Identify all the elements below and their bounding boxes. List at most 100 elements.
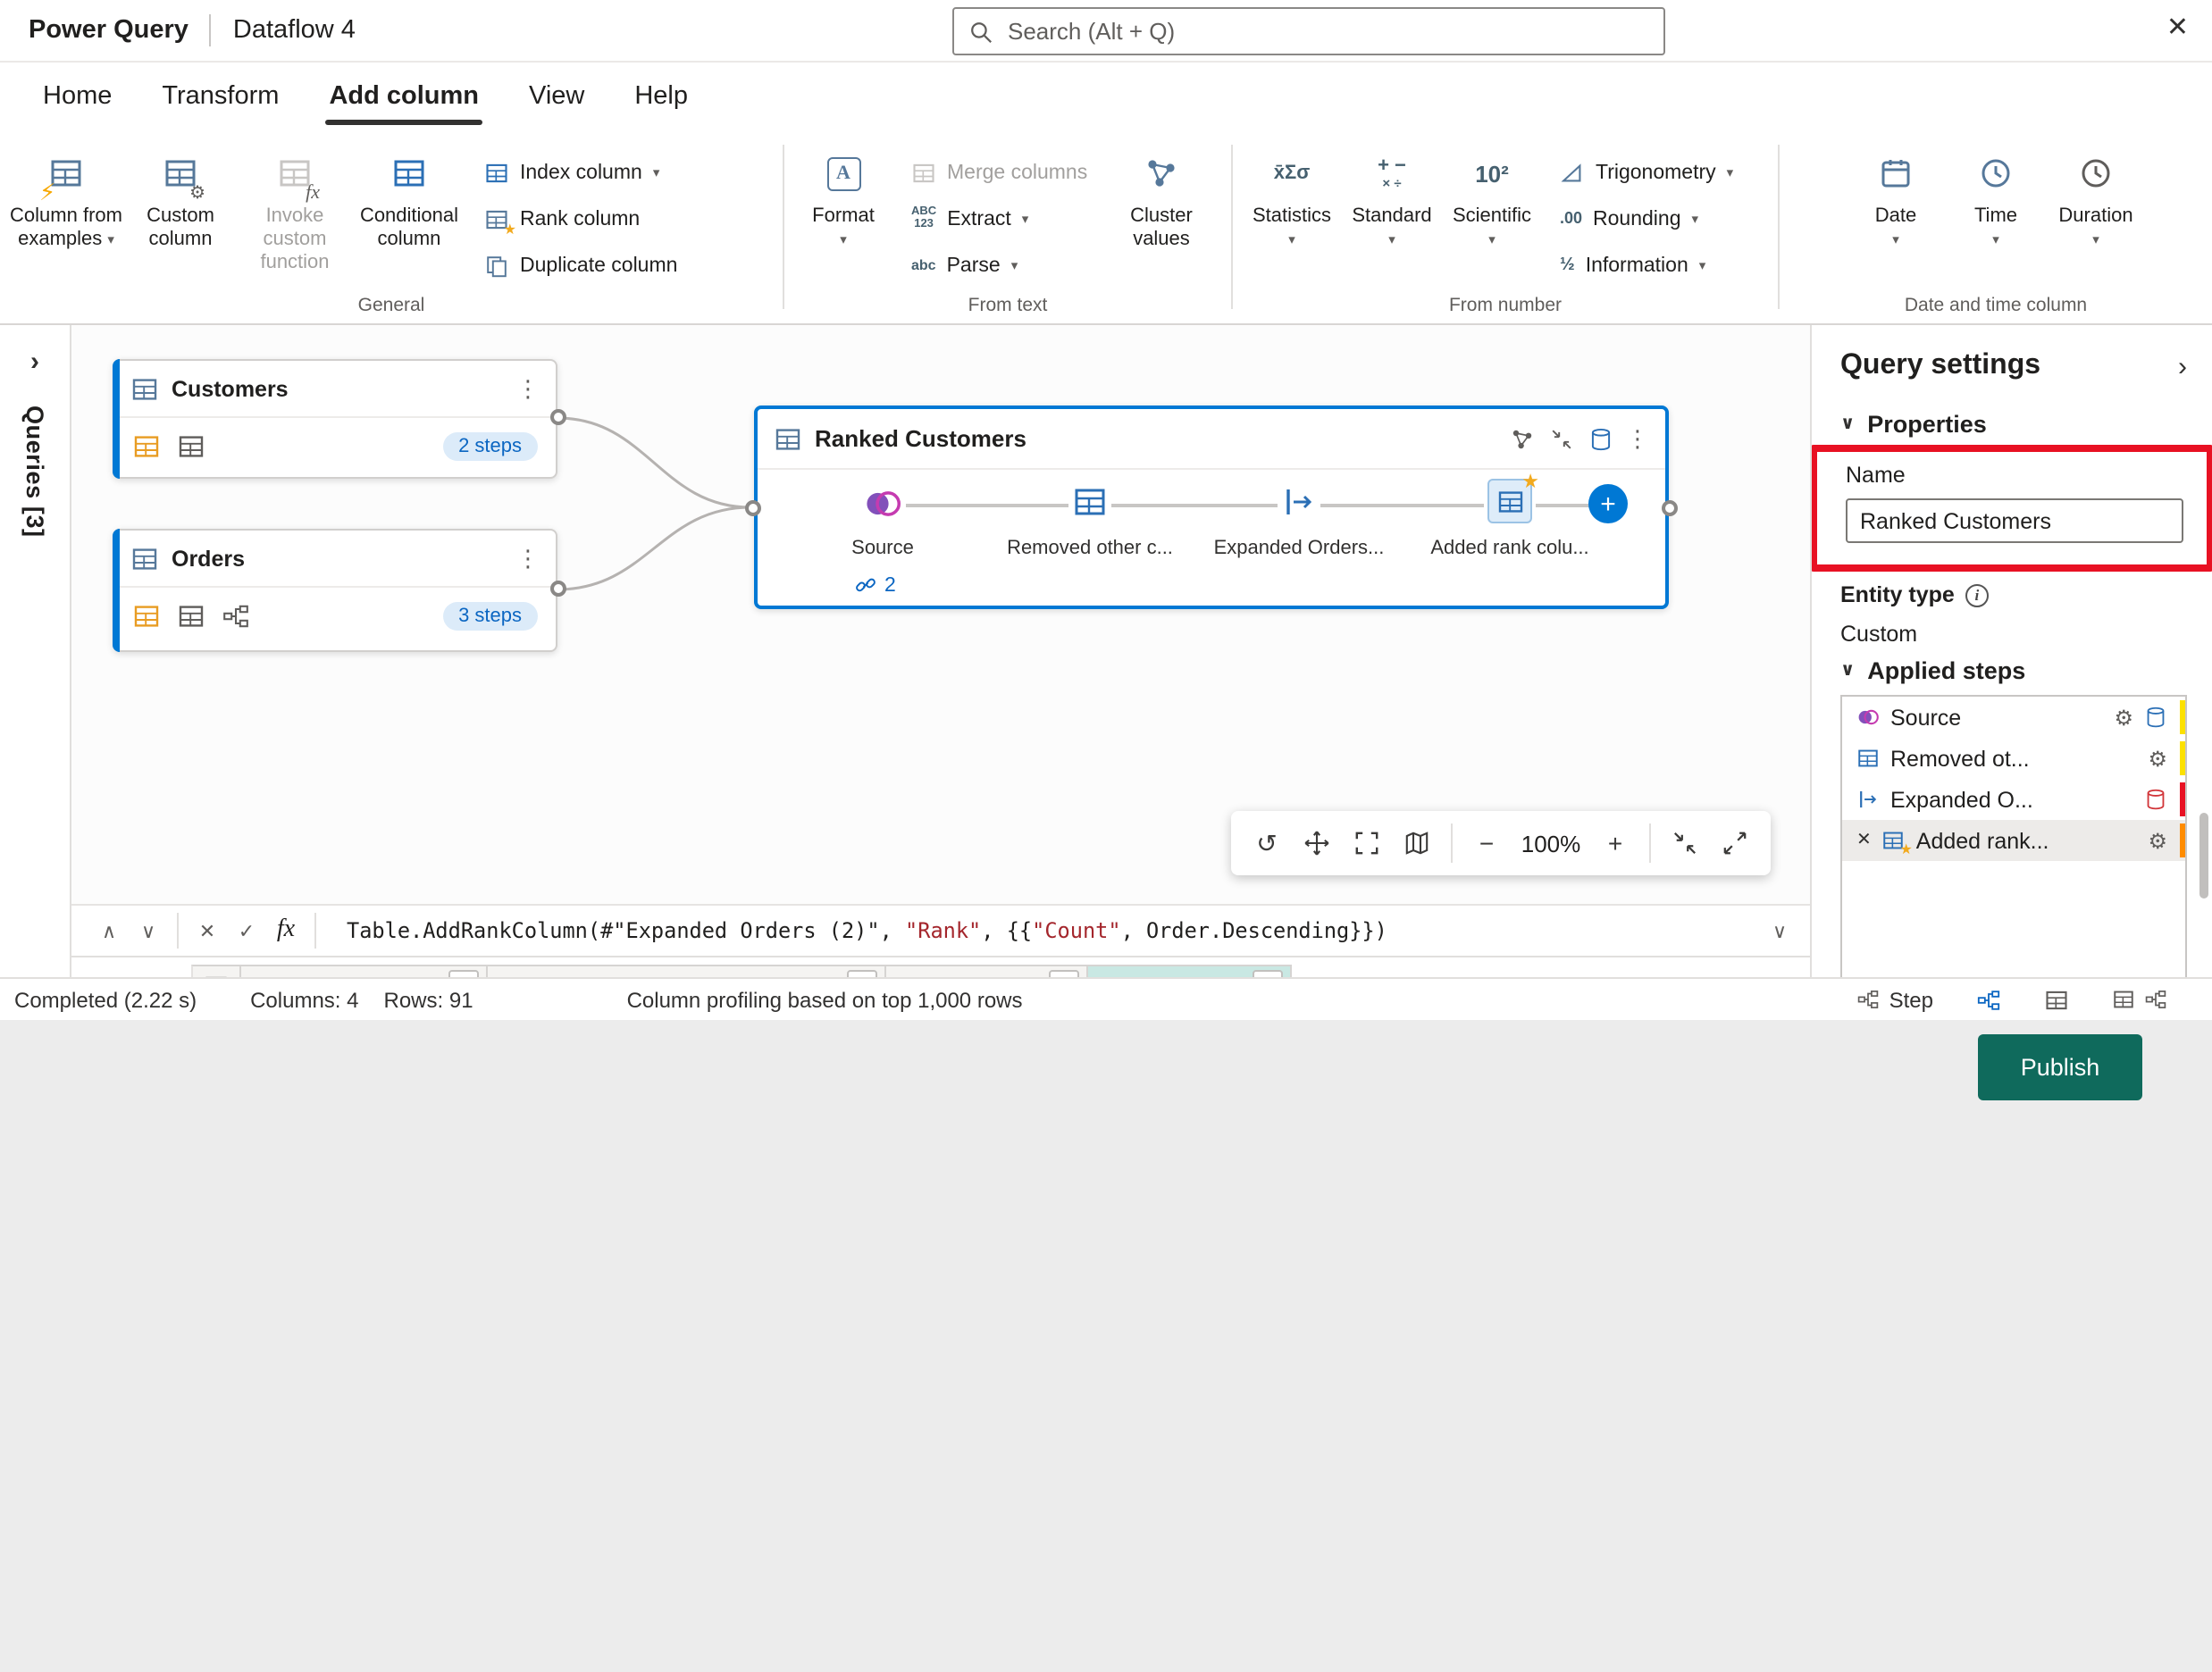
zoom-in-icon[interactable]: + xyxy=(1590,816,1640,870)
query-menu-icon[interactable]: ⋮ xyxy=(516,374,540,403)
applied-steps-section-header[interactable]: ∨ Applied steps xyxy=(1840,657,2187,684)
query-menu-icon[interactable]: ⋮ xyxy=(1626,424,1649,453)
collapse-card-icon[interactable] xyxy=(1549,426,1574,451)
step-label[interactable]: Added rank colu... xyxy=(1430,538,1588,559)
split-view-toggle[interactable] xyxy=(2107,984,2173,1015)
global-search-box[interactable] xyxy=(952,7,1665,55)
column-header-companyname[interactable]: ABC CompanyName ▾ xyxy=(488,965,886,977)
expand-all-icon[interactable] xyxy=(1710,816,1760,870)
expand-queries-pane-icon[interactable]: › xyxy=(30,347,39,377)
publish-button[interactable]: Publish xyxy=(1978,1034,2142,1100)
trigonometry-button[interactable]: Trigonometry ▾ xyxy=(1549,154,1744,191)
rank-column-button[interactable]: ★ Rank column xyxy=(473,200,688,238)
next-step-icon[interactable]: ∨ xyxy=(129,919,168,942)
time-button[interactable]: Time ▾ xyxy=(1946,139,2046,253)
custom-column-button[interactable]: ⚙ Custom column xyxy=(123,139,238,253)
page-scrollbar-thumb[interactable] xyxy=(2199,813,2208,899)
query-card-customers[interactable]: Customers ⋮ 2 steps xyxy=(113,359,566,479)
filter-button[interactable]: ▾ xyxy=(448,970,479,977)
enable-load-database-icon[interactable] xyxy=(1588,426,1613,451)
applied-step-source[interactable]: Source ⚙ xyxy=(1842,697,2185,738)
column-header-count[interactable]: 123 Count ▾ xyxy=(886,965,1088,977)
query-card-ranked-customers[interactable]: Ranked Customers ⋮ ★ + Source Removed ot… xyxy=(745,405,1678,609)
formula-input[interactable]: Table.AddRankColumn(#"Expanded Orders (2… xyxy=(325,918,1749,943)
column-header-rank[interactable]: 123 Rank ▾ xyxy=(1088,965,1292,977)
previous-step-icon[interactable]: ∧ xyxy=(89,919,129,942)
step-label[interactable]: Source xyxy=(851,538,914,559)
step-view-button[interactable]: Step xyxy=(1852,983,1939,1016)
filter-button[interactable]: ▾ xyxy=(1049,970,1079,977)
diagram-view-canvas[interactable]: Customers ⋮ 2 steps Orders ⋮ 3 steps Ran… xyxy=(71,325,1810,904)
filter-button[interactable]: ▾ xyxy=(847,970,877,977)
steps-count-badge[interactable]: 3 steps xyxy=(442,602,538,631)
tab-transform[interactable]: Transform xyxy=(137,63,304,130)
output-port[interactable] xyxy=(1662,500,1678,516)
output-port[interactable] xyxy=(550,409,566,425)
format-button[interactable]: A Format ▾ xyxy=(793,139,893,253)
statistics-button[interactable]: x̄Σσ Statistics ▾ xyxy=(1242,139,1342,253)
column-header-customerid[interactable]: ABC CustomerID ▾ xyxy=(241,965,488,977)
column-name: CompanyName xyxy=(537,973,693,977)
date-button[interactable]: Date ▾ xyxy=(1846,139,1946,253)
info-icon[interactable]: i xyxy=(1965,583,1989,606)
tab-view[interactable]: View xyxy=(504,63,609,130)
applied-step-added-rank-selected[interactable]: ✕ ★ Added rank... ⚙ xyxy=(1842,820,2185,861)
column-from-examples-button[interactable]: ⚡ Column from examples ▾ xyxy=(9,139,123,253)
scientific-button[interactable]: 10² Scientific ▾ xyxy=(1442,139,1542,253)
tab-help[interactable]: Help xyxy=(609,63,713,130)
mini-map-icon[interactable] xyxy=(1392,816,1442,870)
pan-icon[interactable] xyxy=(1292,816,1342,870)
fit-to-screen-icon[interactable] xyxy=(1342,816,1392,870)
edit-step-settings-icon[interactable]: ⚙ xyxy=(2114,706,2133,728)
applied-step-removed-other-columns[interactable]: Removed ot... ⚙ xyxy=(1842,738,2185,779)
query-card-orders[interactable]: Orders ⋮ 3 steps xyxy=(113,529,566,652)
query-name-input[interactable] xyxy=(1846,498,2183,543)
profiling-note[interactable]: Column profiling based on top 1,000 rows xyxy=(627,987,1023,1012)
collapse-all-icon[interactable] xyxy=(1660,816,1710,870)
duration-button[interactable]: Duration ▾ xyxy=(2046,139,2146,253)
step-label[interactable]: Expanded Orders... xyxy=(1214,538,1385,559)
extract-button[interactable]: ABC 123 Extract ▾ xyxy=(901,200,1111,238)
conditional-column-button[interactable]: Conditional column xyxy=(352,139,466,253)
edit-step-settings-icon[interactable]: ⚙ xyxy=(2148,830,2167,851)
step-node-expanded-orders[interactable] xyxy=(1278,481,1320,532)
delete-step-icon[interactable]: ✕ xyxy=(1856,831,1872,850)
index-column-button[interactable]: Index column ▾ xyxy=(473,154,688,191)
zoom-level[interactable]: 100% xyxy=(1512,830,1590,857)
merge-inputs-link[interactable]: 2 xyxy=(854,573,896,597)
tab-add-column[interactable]: Add column xyxy=(304,63,504,130)
parse-button[interactable]: abc Parse ▾ xyxy=(901,247,1111,284)
close-icon[interactable]: ✕ xyxy=(2166,11,2189,43)
standard-button[interactable]: + − × ÷ Standard ▾ xyxy=(1342,139,1442,253)
expand-formula-bar-icon[interactable]: ∨ xyxy=(1749,919,1810,942)
cluster-values-button[interactable]: Cluster values xyxy=(1111,139,1211,253)
query-menu-icon[interactable]: ⋮ xyxy=(516,544,540,573)
tab-home[interactable]: Home xyxy=(18,63,137,130)
filter-button[interactable]: ▾ xyxy=(1253,970,1283,977)
commit-formula-icon[interactable]: ✓ xyxy=(227,919,266,942)
information-button[interactable]: ½ Information ▾ xyxy=(1549,247,1744,284)
properties-section-header[interactable]: ∨ Properties xyxy=(1840,411,2187,438)
share-flow-icon[interactable] xyxy=(1510,426,1535,451)
cancel-formula-icon[interactable]: ✕ xyxy=(188,919,227,942)
applied-step-expanded-orders[interactable]: Expanded O... xyxy=(1842,779,2185,820)
reset-view-icon[interactable]: ↺ xyxy=(1242,816,1292,870)
edit-step-settings-icon[interactable]: ⚙ xyxy=(2148,748,2167,769)
step-node-source[interactable] xyxy=(859,481,906,536)
duplicate-column-button[interactable]: Duplicate column xyxy=(473,247,688,284)
queries-pane-label[interactable]: Queries [3] xyxy=(21,405,48,538)
diagram-view-toggle[interactable] xyxy=(1971,983,2007,1016)
add-step-button[interactable]: + xyxy=(1588,484,1628,523)
step-node-added-rank-column[interactable]: ★ xyxy=(1484,472,1539,527)
data-view-toggle[interactable] xyxy=(2039,983,2074,1016)
step-node-removed-other-columns[interactable] xyxy=(1068,481,1111,532)
collapse-panel-icon[interactable]: › xyxy=(2178,351,2187,381)
search-input[interactable] xyxy=(1008,18,1649,45)
grid-corner-cell[interactable] xyxy=(191,965,241,977)
step-label[interactable]: Removed other c... xyxy=(1007,538,1173,559)
input-port[interactable] xyxy=(745,500,761,516)
output-port[interactable] xyxy=(550,581,566,597)
zoom-out-icon[interactable]: − xyxy=(1462,816,1512,870)
rounding-button[interactable]: .00 Rounding ▾ xyxy=(1549,200,1744,238)
steps-count-badge[interactable]: 2 steps xyxy=(442,432,538,461)
